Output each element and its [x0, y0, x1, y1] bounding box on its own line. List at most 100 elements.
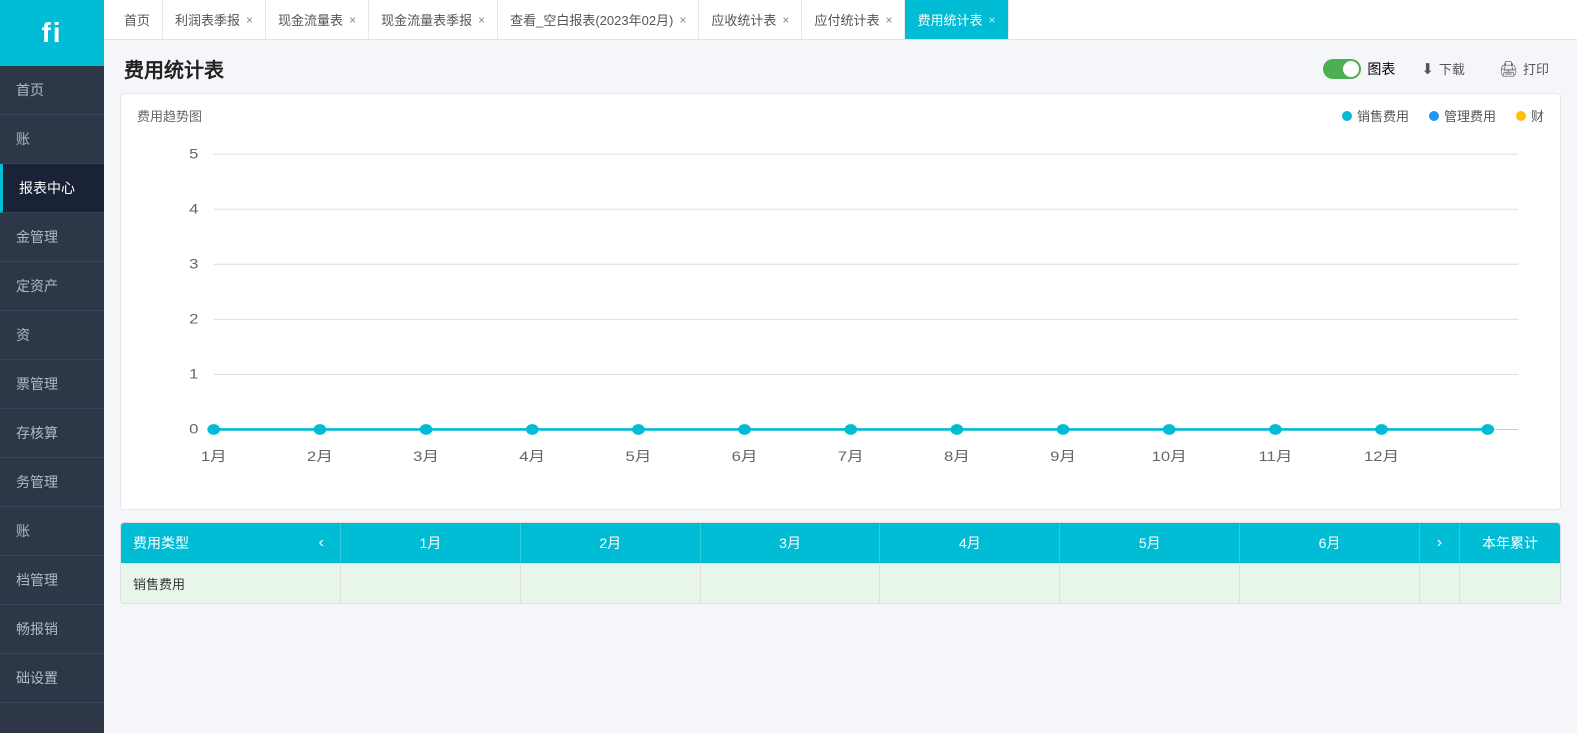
tab-home[interactable]: 首页	[112, 0, 163, 40]
svg-text:3月: 3月	[413, 450, 439, 465]
svg-text:8月: 8月	[944, 450, 970, 465]
tab-blank-close[interactable]: ×	[679, 13, 686, 27]
tab-blank[interactable]: 查看_空白报表(2023年02月) ×	[498, 0, 699, 40]
tab-cashflow-label: 现金流量表	[278, 10, 343, 29]
svg-text:3: 3	[189, 257, 198, 272]
tab-profit[interactable]: 利润表季报 ×	[163, 0, 266, 40]
sidebar-item-finance[interactable]: 金管理	[0, 213, 104, 262]
toggle-label: 图表	[1367, 59, 1395, 79]
legend-dot-sales	[1342, 111, 1352, 121]
chart-section: 费用趋势图 销售费用 管理费用 财	[120, 93, 1561, 510]
sidebar-item-affairs[interactable]: 务管理	[0, 458, 104, 507]
svg-text:2月: 2月	[307, 450, 333, 465]
legend-finance-label: 财	[1531, 106, 1544, 125]
th-type-label: 费用类型	[133, 533, 189, 553]
tab-profit-close[interactable]: ×	[246, 13, 253, 27]
sidebar: fi 首页 账 报表中心 金管理 定资产 资 票管理 存核算 务管理 账 档管理…	[0, 0, 104, 733]
tab-expense-stat-close[interactable]: ×	[988, 13, 995, 27]
tab-cashflow[interactable]: 现金流量表 ×	[266, 0, 369, 40]
sidebar-item-home[interactable]: 首页	[0, 66, 104, 115]
td-sales-m2	[521, 564, 701, 603]
tab-bar: 首页 利润表季报 × 现金流量表 × 现金流量表季报 × 查看_空白报表(202…	[104, 0, 1577, 40]
legend-dot-finance	[1516, 111, 1526, 121]
td-sales-total	[1460, 564, 1560, 603]
svg-text:12月: 12月	[1364, 450, 1399, 465]
download-button[interactable]: ⬇ 下载	[1413, 55, 1473, 82]
tab-expense-stat-label: 费用统计表	[917, 10, 982, 29]
tab-blank-label: 查看_空白报表(2023年02月)	[510, 10, 673, 29]
table-header-row: 费用类型 ‹ 1月 2月 3月 4月 5月 6月 › 本年累计	[121, 523, 1560, 563]
tab-payable-close[interactable]: ×	[885, 13, 892, 27]
header-actions: 图表 ⬇ 下载 🖨 打印	[1323, 55, 1557, 82]
sidebar-item-inventory[interactable]: 存核算	[0, 409, 104, 458]
download-label: 下载	[1439, 59, 1465, 78]
svg-text:7月: 7月	[838, 450, 864, 465]
sidebar-item-files[interactable]: 档管理	[0, 556, 104, 605]
svg-text:5: 5	[189, 147, 198, 162]
chart-legend: 销售费用 管理费用 财	[1342, 106, 1544, 125]
chart-header: 费用趋势图 销售费用 管理费用 财	[137, 106, 1544, 125]
th-type: 费用类型 ‹	[121, 523, 341, 563]
table-row-sales: 销售费用	[121, 563, 1560, 603]
tab-expense-stat[interactable]: 费用统计表 ×	[905, 0, 1008, 40]
sidebar-item-expense[interactable]: 畅报销	[0, 605, 104, 654]
tab-profit-label: 利润表季报	[175, 10, 240, 29]
sidebar-item-tickets[interactable]: 票管理	[0, 360, 104, 409]
main-area: 首页 利润表季报 × 现金流量表 × 现金流量表季报 × 查看_空白报表(202…	[104, 0, 1577, 733]
download-icon: ⬇	[1421, 60, 1434, 78]
tab-receivable-label: 应收统计表	[711, 10, 776, 29]
sidebar-item-ledger[interactable]: 账	[0, 507, 104, 556]
tab-cashflow-q[interactable]: 现金流量表季报 ×	[369, 0, 498, 40]
legend-sales: 销售费用	[1342, 106, 1409, 125]
page-header: 费用统计表 图表 ⬇ 下载 🖨 打印	[104, 40, 1577, 93]
legend-admin-label: 管理费用	[1444, 106, 1496, 125]
nav-prev-arrow[interactable]: ‹	[315, 534, 328, 552]
content-area: 费用统计表 图表 ⬇ 下载 🖨 打印 费用趋势图	[104, 40, 1577, 733]
svg-text:6月: 6月	[732, 450, 758, 465]
svg-text:11月: 11月	[1258, 450, 1292, 465]
sidebar-item-settings[interactable]: 础设置	[0, 654, 104, 703]
tab-cashflow-q-close[interactable]: ×	[478, 13, 485, 27]
legend-sales-label: 销售费用	[1357, 106, 1409, 125]
toggle-wrap: 图表	[1323, 59, 1395, 79]
print-button[interactable]: 🖨 打印	[1491, 55, 1557, 82]
svg-text:10月: 10月	[1152, 450, 1187, 465]
chart-toggle[interactable]	[1323, 59, 1361, 79]
td-sales-m1	[341, 564, 521, 603]
svg-text:0: 0	[189, 422, 198, 437]
tab-cashflow-q-label: 现金流量表季报	[381, 10, 472, 29]
th-month-5: 5月	[1060, 523, 1240, 563]
chart-container: 5 4 3 2 1 0	[137, 133, 1544, 493]
tab-cashflow-close[interactable]: ×	[349, 13, 356, 27]
td-sales-m3	[701, 564, 881, 603]
th-total: 本年累计	[1460, 523, 1560, 563]
tab-home-label: 首页	[124, 10, 150, 29]
tab-payable[interactable]: 应付统计表 ×	[802, 0, 905, 40]
th-month-1: 1月	[341, 523, 521, 563]
chart-title: 费用趋势图	[137, 106, 202, 125]
sidebar-logo: fi	[0, 0, 104, 66]
svg-text:1月: 1月	[201, 450, 227, 465]
legend-admin: 管理费用	[1429, 106, 1496, 125]
svg-text:9月: 9月	[1050, 450, 1076, 465]
td-sales-m5	[1060, 564, 1240, 603]
tab-payable-label: 应付统计表	[814, 10, 879, 29]
sidebar-item-assets[interactable]: 定资产	[0, 262, 104, 311]
sidebar-item-account[interactable]: 账	[0, 115, 104, 164]
th-month-3: 3月	[701, 523, 881, 563]
tab-receivable[interactable]: 应收统计表 ×	[699, 0, 802, 40]
print-icon: 🖨	[1499, 60, 1518, 78]
tab-receivable-close[interactable]: ×	[782, 13, 789, 27]
sidebar-item-funds[interactable]: 资	[0, 311, 104, 360]
svg-text:4: 4	[189, 202, 199, 217]
legend-finance: 财	[1516, 106, 1544, 125]
legend-dot-admin	[1429, 111, 1439, 121]
nav-next-arrow[interactable]: ›	[1433, 534, 1446, 552]
sidebar-item-reports[interactable]: 报表中心	[0, 164, 104, 213]
td-sales-type: 销售费用	[121, 564, 341, 603]
td-sales-m6	[1240, 564, 1420, 603]
td-sales-nav	[1420, 564, 1460, 603]
th-nav-next[interactable]: ›	[1420, 523, 1460, 563]
th-month-2: 2月	[521, 523, 701, 563]
td-sales-m4	[880, 564, 1060, 603]
